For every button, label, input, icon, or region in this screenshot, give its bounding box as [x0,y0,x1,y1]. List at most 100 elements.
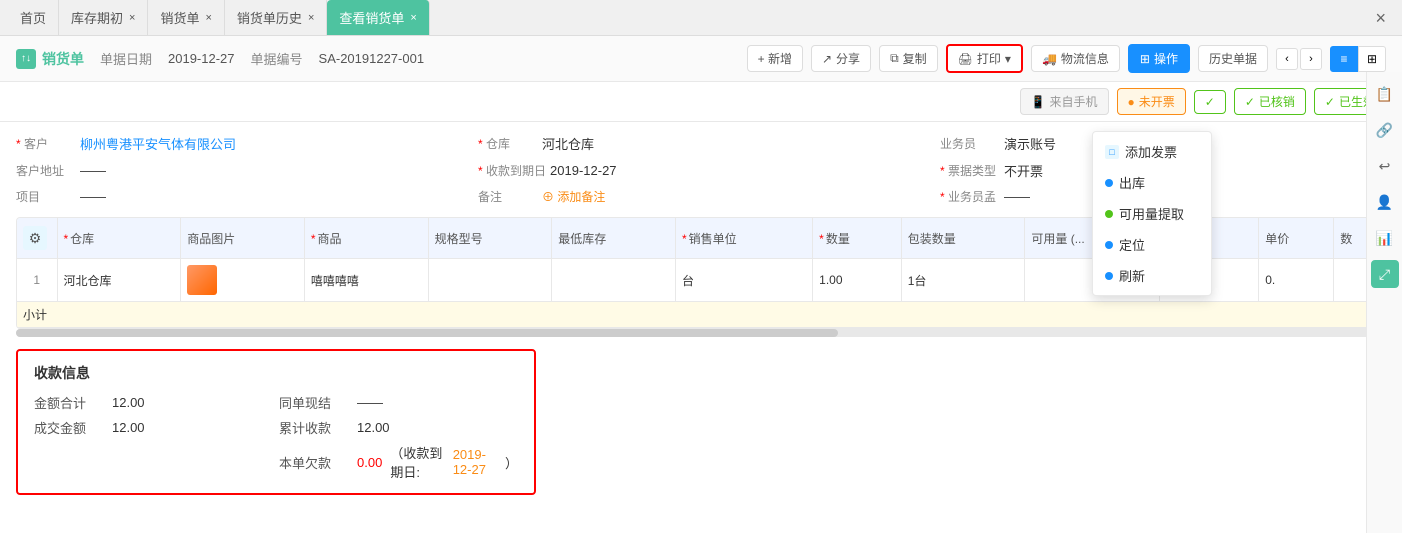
row-product: 嘻嘻嘻嘻 [304,259,428,302]
payment-grid: 金额合计 12.00 同单现结 —— 成交金额 12.00 累计收款 12.00 [34,393,518,481]
tab-view-sales[interactable]: 查看销货单 × [327,0,429,35]
dropdown-menu: □ 添加发票 出库 可用量提取 定位 刷新 [1092,131,1212,296]
customer-value[interactable]: 柳州粤港平安气体有限公司 [80,134,236,153]
dropdown-add-invoice[interactable]: □ 添加发票 [1093,136,1211,167]
row-pack-qty: 1台 [901,259,1025,302]
window-close-button[interactable]: × [1375,8,1386,29]
add-remark-btn[interactable]: ⊕ 添加备注 [542,188,605,205]
arrears-value: 0.00 [357,455,382,470]
number-value: SA-20191227-001 [319,51,425,66]
arrears-note: （收款到期日: [390,443,444,481]
amount-total-value: 12.00 [112,395,145,410]
nav-prev[interactable]: ‹ [1276,48,1298,70]
right-panel-icon-2[interactable]: 🔗 [1371,116,1399,144]
view-toggle: ≡ ⊞ [1330,46,1386,72]
tab-bar: 首页 库存期初 × 销货单 × 销货单历史 × 查看销货单 × × [0,0,1402,36]
arrears-date: 2019-12-27 [453,447,497,477]
dropdown-outbound[interactable]: 出库 [1093,167,1211,198]
not-open-btn[interactable]: ● 未开票 [1117,88,1186,115]
right-panel-icon-1[interactable]: 📋 [1371,80,1399,108]
row-number: 1 [17,259,57,302]
col-gear: ⚙ [17,218,57,259]
col-product: *商品 [304,218,428,259]
col-sales-unit: *销售单位 [675,218,812,259]
payment-info: 收款信息 金额合计 12.00 同单现结 —— 成交金额 12.00 累计收款 … [16,349,536,495]
ticket-type-label: 票据类型 [940,162,1000,179]
print-dropdown-icon: ▾ [1005,52,1011,66]
print-icon: 🖨 [958,52,973,66]
address-row: 客户地址 —— [16,161,462,180]
tab-inventory-close[interactable]: × [129,12,135,24]
toolbar: + 新增 ↗ 分享 ⧉ 复制 🖨 打印 ▾ 🚚 物流信息 [747,44,1386,73]
row-qty: 1.00 [813,259,902,302]
due-date-row: 收款到期日 2019-12-27 [478,161,924,180]
tab-sales-history-close[interactable]: × [308,12,314,24]
row-sales-unit: 台 [675,259,812,302]
cumulative-item: 累计收款 12.00 [279,418,518,437]
verified-btn[interactable]: ✓ 已核销 [1234,88,1306,115]
table-scrollbar[interactable] [16,329,1386,337]
gear-settings-icon[interactable]: ⚙ [23,226,47,250]
dropdown-refresh[interactable]: 刷新 [1093,260,1211,291]
view-grid-btn[interactable]: ⊞ [1358,46,1386,72]
date-value: 2019-12-27 [168,51,235,66]
dropdown-available-qty[interactable]: 可用量提取 [1093,198,1211,229]
right-panel-icon-5[interactable]: 📊 [1371,224,1399,252]
confirm-btn[interactable]: ✓ [1194,90,1226,114]
dropdown-locate[interactable]: 定位 [1093,229,1211,260]
warehouse-value: 河北仓库 [542,134,594,153]
remark-row: 备注 ⊕ 添加备注 [478,188,924,205]
refresh-dot-icon [1105,272,1113,280]
confirm-icon: ✓ [1205,95,1215,109]
tab-home[interactable]: 首页 [8,0,59,35]
transaction-label: 同单现结 [279,393,349,412]
status-bar: 📱 来自手机 ● 未开票 ✓ ✓ 已核销 ✓ 已生效 [0,82,1402,122]
row-spec [428,259,552,302]
nav-next[interactable]: › [1300,48,1322,70]
history-button[interactable]: 历史单据 [1198,45,1268,72]
tab-sales-history[interactable]: 销货单历史 × [225,0,327,35]
project-label: 项目 [16,188,76,205]
col-min-stock: 最低库存 [552,218,676,259]
ticket-icon: ● [1128,95,1135,109]
ops-button[interactable]: ⊞ 操作 [1128,44,1190,73]
print-button[interactable]: 🖨 打印 ▾ [946,44,1023,73]
salesperson-value: 演示账号 [1004,134,1056,153]
copy-icon: ⧉ [890,51,899,66]
tab-sales-close[interactable]: × [205,12,211,24]
copy-button[interactable]: ⧉ 复制 [879,45,938,72]
customer-row: 客户 柳州粤港平安气体有限公司 [16,134,462,153]
view-list-btn[interactable]: ≡ [1330,46,1358,72]
remark-label: 备注 [478,188,538,205]
logistics-button[interactable]: 🚚 物流信息 [1031,45,1120,72]
col-warehouse: *仓库 [57,218,181,259]
new-button[interactable]: + 新增 [747,45,803,72]
deal-amount-label: 成交金额 [34,418,104,437]
col-qty: *数量 [813,218,902,259]
arrears-label: 本单欠款 [279,453,349,472]
salesperson-label: 业务员 [940,135,1000,152]
amount-total-item: 金额合计 12.00 [34,393,273,412]
subtotal-row: 小计 [17,302,1385,328]
amount-total-label: 金额合计 [34,393,104,412]
share-button[interactable]: ↗ 分享 [811,45,871,72]
tab-sales[interactable]: 销货单 × [148,0,224,35]
right-panel-icon-4[interactable]: 👤 [1371,188,1399,216]
warehouse-row: 仓库 河北仓库 [478,134,924,153]
add-invoice-icon: □ [1105,145,1119,159]
doc-header: ↑↓ 销货单 单据日期 2019-12-27 单据编号 SA-20191227-… [0,36,1402,82]
from-phone-btn[interactable]: 📱 来自手机 [1020,88,1109,115]
outbound-dot-icon [1105,179,1113,187]
transaction-value: —— [357,395,383,410]
transaction-item: 同单现结 —— [279,393,518,412]
deal-amount-value: 12.00 [112,420,145,435]
tab-inventory[interactable]: 库存期初 × [59,0,148,35]
tab-view-sales-close[interactable]: × [410,12,416,24]
due-date-value: 2019-12-27 [550,163,617,178]
right-panel-icon-3[interactable]: ↩ [1371,152,1399,180]
main-content: ↑↓ 销货单 单据日期 2019-12-27 单据编号 SA-20191227-… [0,36,1402,533]
right-panel: 📋 🔗 ↩ 👤 📊 ⤢ [1366,72,1402,533]
project-row: 项目 —— [16,188,462,205]
address-label: 客户地址 [16,162,76,179]
right-panel-icon-6[interactable]: ⤢ [1371,260,1399,288]
